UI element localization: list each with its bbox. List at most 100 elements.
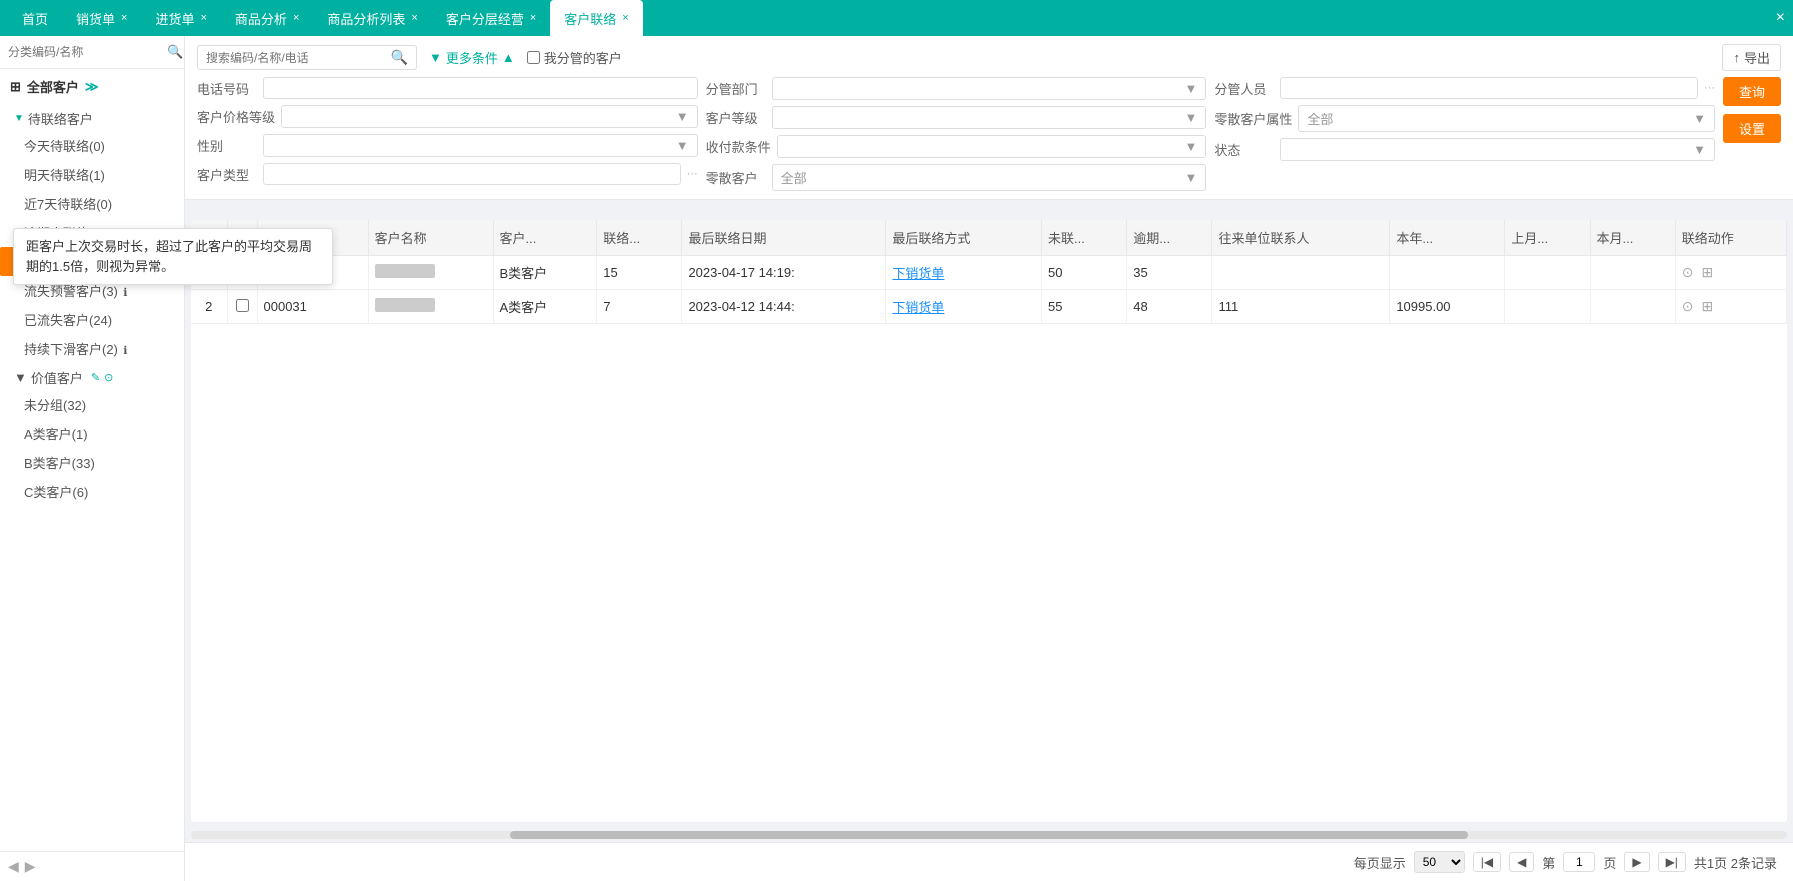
page-input[interactable] [1563, 852, 1595, 872]
sidebar-item-today[interactable]: 今天待联络(0) [0, 131, 184, 160]
more-conditions-btn[interactable]: ▼ 更多条件 ▲ [429, 48, 515, 67]
branch-person-input[interactable] [1280, 77, 1698, 99]
cell-person-1 [1212, 256, 1390, 290]
customer-level-select[interactable]: ▼ [772, 106, 1207, 129]
close-sales-tab[interactable]: × [121, 12, 127, 24]
chevron-down-icon7: ▼ [1693, 142, 1706, 157]
chevron-down-icon8: ▼ [1184, 170, 1197, 185]
sidebar-item-tomorrow[interactable]: 明天待联络(1) [0, 160, 184, 189]
more-icon[interactable]: ··· [687, 168, 698, 180]
sidebar-item-unclassified[interactable]: 未分组(32) [0, 390, 184, 419]
pending-contact-group[interactable]: ▼ 待联络客户 [0, 104, 184, 131]
sidebar-collapse-icon[interactable]: ≫ [85, 79, 99, 95]
th-contact-person[interactable]: 往来单位联系人 [1212, 220, 1390, 256]
cell-index-2: 2 [191, 290, 227, 324]
chevron-down-icon6: ▼ [1693, 111, 1706, 126]
th-name[interactable]: 客户名称 [368, 220, 493, 256]
phone-filter: 电话号码 [197, 77, 698, 99]
search-input-wrap: 🔍 [197, 45, 417, 70]
sidebar-bottom-next[interactable]: ▶ [25, 858, 36, 875]
horizontal-scrollbar[interactable] [191, 831, 1787, 839]
sidebar-search-input[interactable] [8, 45, 163, 59]
nav-tab-purchase[interactable]: 进货单 × [141, 0, 220, 36]
query-button[interactable]: 查询 [1723, 77, 1781, 106]
chevron-down-icon2: ▼ [676, 138, 689, 153]
sidebar-item-declining[interactable]: 持续下滑客户(2) ℹ [0, 334, 184, 363]
value-customer-group[interactable]: ▼ 价值客户 ✎ ⊙ [0, 363, 184, 390]
cell-contact-2: 7 [597, 290, 682, 324]
sidebar-item-a-class[interactable]: A类客户(1) [0, 419, 184, 448]
filter-bar: 🔍 ▼ 更多条件 ▲ 我分管的客户 ↑ 导出 [185, 36, 1793, 200]
more-action-icon-1[interactable]: ⊞ [1701, 264, 1713, 281]
last-page-btn[interactable]: ▶| [1658, 852, 1686, 872]
th-overdue[interactable]: 逾期... [1127, 220, 1212, 256]
th-action[interactable]: 联络动作 [1675, 220, 1786, 256]
export-button[interactable]: ↑ 导出 [1722, 44, 1781, 71]
contact-icon-1[interactable]: ⊙ [1682, 264, 1694, 281]
close-analysis-list-tab[interactable]: × [411, 12, 417, 24]
th-uncontacted[interactable]: 未联... [1042, 220, 1127, 256]
edit-icon[interactable]: ✎ [91, 371, 100, 384]
my-customer-checkbox[interactable] [527, 51, 540, 64]
nav-tab-analysis[interactable]: 商品分析 × [221, 0, 313, 36]
payment-terms-select[interactable]: ▼ [777, 135, 1207, 158]
sidebar-item-lost[interactable]: 已流失客户(24) [0, 305, 184, 334]
close-purchase-tab[interactable]: × [200, 12, 206, 24]
sidebar-bottom-prev[interactable]: ◀ [8, 858, 19, 875]
page-label: 第 [1542, 853, 1555, 872]
status-select[interactable]: ▼ [1280, 138, 1715, 161]
th-this-year[interactable]: 本年... [1390, 220, 1505, 256]
prev-page-btn[interactable]: ◀ [1509, 852, 1534, 872]
branch-dept-select[interactable]: ▼ [772, 77, 1207, 100]
close-all-tabs[interactable]: × [1776, 9, 1785, 27]
price-level-select[interactable]: ▼ [281, 105, 698, 128]
retail-attr-select[interactable]: 全部▼ [1298, 105, 1715, 132]
cell-method-1: 下销货单 [886, 256, 1042, 290]
nav-tab-customer-segmentation[interactable]: 客户分层经营 × [432, 0, 550, 36]
close-contact-tab[interactable]: × [622, 12, 628, 24]
sidebar-item-b-class[interactable]: B类客户(33) [0, 448, 184, 477]
first-page-btn[interactable]: |◀ [1473, 852, 1501, 872]
sidebar: 🔍 ⊞ 全部客户 ≫ ▼ 待联络客户 今天待联络(0) 明天待联络(1) 近7天… [0, 36, 185, 881]
next-page-btn[interactable]: ▶ [1624, 852, 1649, 872]
settings-icon2[interactable]: ⊙ [104, 371, 113, 384]
per-page-select[interactable]: 50 100 200 [1414, 851, 1465, 873]
nav-tab-customer-contact[interactable]: 客户联络 × [550, 0, 642, 36]
phone-input[interactable] [263, 77, 698, 99]
scroll-thumb[interactable] [510, 831, 1468, 839]
info-icon3: ℹ [123, 345, 127, 357]
th-last-contact-date[interactable]: 最后联络日期 [682, 220, 886, 256]
th-last-contact-method[interactable]: 最后联络方式 [886, 220, 1042, 256]
sidebar-search-icon[interactable]: 🔍 [167, 44, 183, 60]
sidebar-item-c-class[interactable]: C类客户(6) [0, 477, 184, 506]
gender-filter: 性别 ▼ [197, 134, 698, 157]
branch-dept-filter: 分管部门 ▼ [706, 77, 1207, 100]
more-action-icon-2[interactable]: ⊞ [1701, 298, 1713, 315]
nav-tab-sales[interactable]: 销货单 × [62, 0, 141, 36]
search-button[interactable]: 🔍 [391, 49, 408, 66]
th-type[interactable]: 客户... [493, 220, 597, 256]
gender-select[interactable]: ▼ [263, 134, 698, 157]
cell-action-1: ⊙ ⊞ [1675, 256, 1786, 290]
more-icon2[interactable]: ··· [1704, 82, 1715, 94]
method-link-2[interactable]: 下销货单 [892, 300, 944, 315]
retail-customer2-select[interactable]: 全部▼ [772, 164, 1207, 191]
nav-tab-home[interactable]: 首页 [8, 0, 62, 36]
method-link-1[interactable]: 下销货单 [892, 266, 944, 281]
search-input[interactable] [206, 51, 391, 65]
close-segmentation-tab[interactable]: × [530, 12, 536, 24]
th-last-month[interactable]: 上月... [1505, 220, 1590, 256]
th-contact-count[interactable]: 联络... [597, 220, 682, 256]
nav-tab-analysis-list[interactable]: 商品分析列表 × [313, 0, 431, 36]
grid-icon: ⊞ [10, 79, 21, 95]
customer-type-input[interactable] [263, 163, 681, 185]
cell-code-2: 000031 [257, 290, 368, 324]
total-label: 共1页 2条记录 [1694, 853, 1777, 872]
th-this-month[interactable]: 本月... [1590, 220, 1675, 256]
status-filter: 状态 ▼ [1214, 138, 1715, 161]
contact-icon-2[interactable]: ⊙ [1682, 298, 1694, 315]
row-checkbox-2[interactable] [236, 299, 249, 312]
sidebar-item-7days[interactable]: 近7天待联络(0) [0, 189, 184, 218]
close-analysis-tab[interactable]: × [293, 12, 299, 24]
settings-button[interactable]: 设置 [1723, 114, 1781, 143]
